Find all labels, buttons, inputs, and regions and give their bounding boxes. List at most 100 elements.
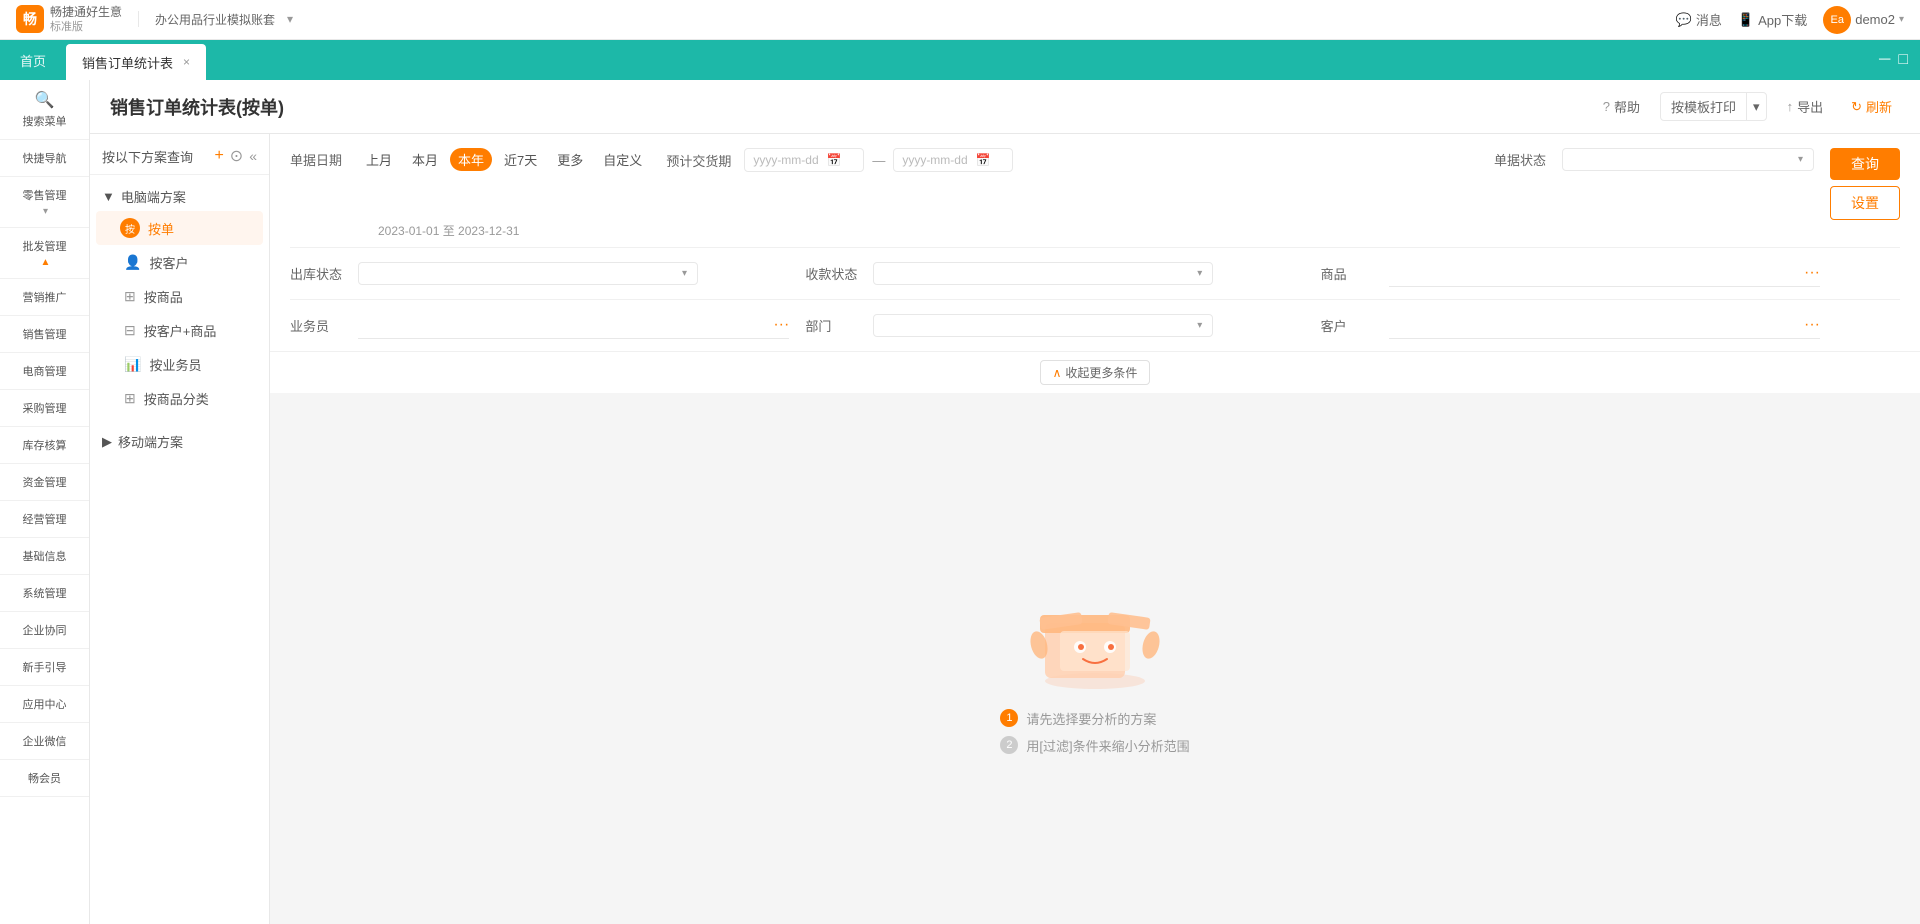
settings-btn[interactable]: 设置	[1830, 186, 1900, 220]
date-btn-more[interactable]: 更多	[549, 148, 591, 171]
dept-select[interactable]: ▾	[873, 314, 1213, 337]
sidebar-item-finance[interactable]: 资金管理	[0, 464, 89, 501]
tab-sales-order[interactable]: 销售订单统计表 ×	[66, 44, 206, 80]
salesman-input[interactable]: ···	[358, 312, 789, 339]
export-btn[interactable]: ↑ 导出	[1779, 93, 1832, 120]
payment-status-group: 收款状态 ▾	[805, 260, 1304, 287]
sidebar-item-wholesale[interactable]: 批发管理 ▲	[0, 228, 89, 279]
payment-status-select[interactable]: ▾	[873, 262, 1213, 285]
by-cg-icon: ⊟	[124, 322, 136, 339]
refresh-btn[interactable]: ↻ 刷新	[1843, 93, 1900, 120]
sidebar-item-wechat[interactable]: 企业微信	[0, 723, 89, 760]
status-select-arrow-icon: ▾	[1798, 154, 1803, 165]
sidebar-item-purchase[interactable]: 采购管理	[0, 390, 89, 427]
filter-row-1: 单据日期 上月 本月 本年 近7天 更多 自定义	[270, 134, 1920, 220]
app-download-btn[interactable]: 📱 App下载	[1738, 10, 1807, 29]
tab-home[interactable]: 首页	[0, 40, 66, 80]
sidebar-item-quick-nav[interactable]: 快捷导航	[0, 140, 89, 177]
salesman-more-icon[interactable]: ···	[773, 316, 789, 334]
tree-section-mobile: ▶ 移动端方案	[90, 420, 269, 459]
sidebar-item-basic[interactable]: 基础信息	[0, 538, 89, 575]
goods-more-icon[interactable]: ···	[1804, 264, 1820, 282]
left-panel: 按以下方案查询 + ⊙ « ▼ 电脑端方案 按 按单	[90, 134, 270, 924]
tab-bar: 首页 销售订单统计表 × ─ □	[0, 40, 1920, 80]
add-scheme-btn[interactable]: +	[214, 147, 223, 165]
sidebar-item-app-center[interactable]: 应用中心	[0, 686, 89, 723]
sidebar-item-operations[interactable]: 经营管理	[0, 501, 89, 538]
help-btn[interactable]: ? 帮助	[1595, 93, 1648, 120]
tab-bar-actions: ─ □	[1867, 51, 1920, 69]
tab-close-icon[interactable]: ×	[183, 55, 190, 69]
customer-more-icon[interactable]: ···	[1804, 316, 1820, 334]
settings-scheme-btn[interactable]: ⊙	[230, 146, 243, 166]
tree-item-by-category[interactable]: ⊞ 按商品分类	[96, 382, 263, 415]
sidebar-item-system[interactable]: 系统管理	[0, 575, 89, 612]
page-actions: ? 帮助 按模板打印 ▾ ↑ 导出 ↻ 刷新	[1595, 92, 1900, 121]
export-icon: ↑	[1787, 99, 1794, 114]
content-area: 销售订单统计表(按单) ? 帮助 按模板打印 ▾ ↑ 导出 ↻ 刷新	[90, 80, 1920, 924]
sidebar-item-marketing[interactable]: 营销推广	[0, 279, 89, 316]
action-btns: 查询 设置	[1830, 148, 1900, 220]
tree-category-desktop[interactable]: ▼ 电脑端方案	[90, 179, 269, 210]
print-main-btn[interactable]: 按模板打印	[1661, 93, 1747, 120]
date-btn-this-year[interactable]: 本年	[450, 148, 492, 171]
date-btn-this-month[interactable]: 本月	[404, 148, 446, 171]
filter-section: 单据日期 上月 本月 本年 近7天 更多 自定义	[270, 134, 1920, 393]
refresh-icon: ↻	[1851, 99, 1862, 115]
date-btn-7days[interactable]: 近7天	[496, 148, 545, 171]
print-btn-group: 按模板打印 ▾	[1660, 92, 1767, 121]
company-dropdown-icon[interactable]: ▾	[287, 12, 293, 26]
dept-group: 部门 ▾	[805, 312, 1304, 339]
tree-category-mobile[interactable]: ▶ 移动端方案	[90, 424, 269, 455]
goods-input[interactable]: ···	[1389, 260, 1820, 287]
empty-hint-2: 2 用[过滤]条件来缩小分析范围	[1000, 736, 1189, 755]
collapse-bar: ∧ 收起更多条件	[270, 351, 1920, 393]
left-panel-actions: + ⊙ «	[214, 146, 257, 166]
customer-input[interactable]: ···	[1389, 312, 1820, 339]
app-logo-text: 畅捷通好生意 标准版	[50, 5, 122, 35]
tree-item-by-salesman[interactable]: 📊 按业务员	[96, 348, 263, 381]
sidebar-item-member[interactable]: 畅会员	[0, 760, 89, 797]
calendar-end-icon: 📅	[976, 153, 991, 167]
message-btn[interactable]: 💬 消息	[1676, 10, 1722, 29]
empty-hint-1: 1 请先选择要分析的方案	[1000, 709, 1189, 728]
empty-hints: 1 请先选择要分析的方案 2 用[过滤]条件来缩小分析范围	[1000, 709, 1189, 755]
print-dropdown-btn[interactable]: ▾	[1747, 95, 1766, 119]
status-select[interactable]: ▾	[1562, 148, 1814, 171]
expected-date-end[interactable]: yyyy-mm-dd 📅	[893, 148, 1013, 172]
date-btn-last-month[interactable]: 上月	[358, 148, 400, 171]
sidebar-item-inventory[interactable]: 库存核算	[0, 427, 89, 464]
salesman-label: 业务员	[290, 316, 350, 335]
expected-date-label: 预计交货期	[666, 151, 736, 170]
ship-status-select[interactable]: ▾	[358, 262, 698, 285]
tree-item-by-goods[interactable]: ⊞ 按商品	[96, 280, 263, 313]
by-salesman-icon: 📊	[124, 356, 141, 373]
date-btn-custom[interactable]: 自定义	[595, 148, 650, 171]
tab-minimize-btn[interactable]: ─	[1879, 51, 1890, 69]
goods-group: 商品 ···	[1321, 260, 1820, 287]
sidebar-item-sales[interactable]: 销售管理	[0, 316, 89, 353]
sidebar-item-search[interactable]: 🔍 搜索菜单	[0, 80, 89, 140]
sidebar-item-enterprise[interactable]: 企业协同	[0, 612, 89, 649]
collapse-panel-btn[interactable]: «	[249, 148, 257, 164]
tree-item-by-customer-goods[interactable]: ⊟ 按客户+商品	[96, 314, 263, 347]
sidebar-item-newbie[interactable]: 新手引导	[0, 649, 89, 686]
tree-item-by-customer[interactable]: 👤 按客户	[96, 246, 263, 279]
by-customer-icon: 👤	[124, 254, 141, 271]
tree-item-by-order[interactable]: 按 按单	[96, 211, 263, 245]
user-menu-btn[interactable]: Ea demo2 ▾	[1823, 6, 1904, 34]
query-btn[interactable]: 查询	[1830, 148, 1900, 180]
expected-date-start[interactable]: yyyy-mm-dd 📅	[744, 148, 864, 172]
tab-maximize-btn[interactable]: □	[1898, 51, 1908, 69]
sidebar-item-retail[interactable]: 零售管理 ▾	[0, 177, 89, 228]
message-icon: 💬	[1676, 12, 1692, 28]
collapse-chevron-icon: ∧	[1053, 366, 1062, 380]
sidebar-item-ecommerce[interactable]: 电商管理	[0, 353, 89, 390]
salesman-group: 业务员 ···	[290, 312, 789, 339]
hint-num-1: 1	[1000, 709, 1018, 727]
top-divider	[138, 11, 139, 27]
user-avatar: Ea	[1823, 6, 1851, 34]
collapse-btn[interactable]: ∧ 收起更多条件	[1040, 360, 1151, 385]
date-shortcuts: 上月 本月 本年 近7天 更多 自定义	[358, 148, 650, 171]
empty-illustration	[1015, 563, 1175, 693]
